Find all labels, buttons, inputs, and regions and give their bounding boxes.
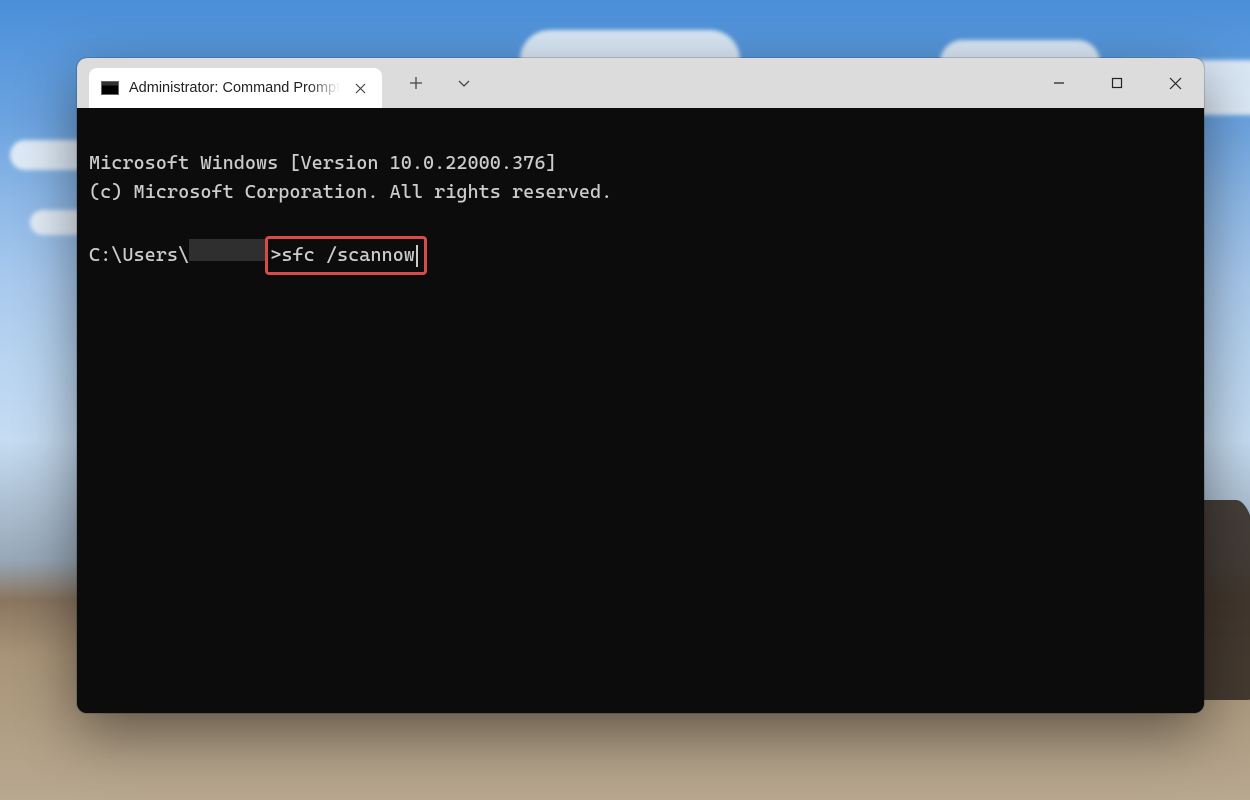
terminal-line: Microsoft Windows [Version 10.0.22000.37… xyxy=(89,152,557,174)
tab-command-prompt[interactable]: Administrator: Command Prompt xyxy=(89,68,382,108)
prompt-path: C:\Users\ xyxy=(89,241,189,270)
prompt-gt: > xyxy=(270,244,281,266)
redacted-username xyxy=(189,239,267,261)
close-icon xyxy=(355,83,366,94)
close-icon xyxy=(1169,77,1182,90)
minimize-button[interactable] xyxy=(1030,58,1088,108)
terminal-window: Administrator: Command Prompt xyxy=(77,58,1204,713)
terminal-line: (c) Microsoft Corporation. All rights re… xyxy=(89,181,612,203)
maximize-icon xyxy=(1111,77,1123,89)
titlebar[interactable]: Administrator: Command Prompt xyxy=(77,58,1204,108)
terminal-output[interactable]: Microsoft Windows [Version 10.0.22000.37… xyxy=(77,108,1204,713)
plus-icon xyxy=(409,76,423,90)
prompt-line: C:\Users\ >sfc /scannow xyxy=(89,236,1192,275)
text-cursor xyxy=(416,245,418,267)
close-button[interactable] xyxy=(1146,58,1204,108)
command-highlight: >sfc /scannow xyxy=(265,236,427,275)
typed-command: sfc /scannow xyxy=(281,244,415,266)
chevron-down-icon xyxy=(457,76,471,90)
tab-dropdown-button[interactable] xyxy=(442,63,486,103)
minimize-icon xyxy=(1053,77,1065,89)
cmd-icon xyxy=(101,81,119,95)
tab-close-button[interactable] xyxy=(350,78,370,98)
tab-title: Administrator: Command Prompt xyxy=(129,80,340,96)
maximize-button[interactable] xyxy=(1088,58,1146,108)
new-tab-button[interactable] xyxy=(394,63,438,103)
